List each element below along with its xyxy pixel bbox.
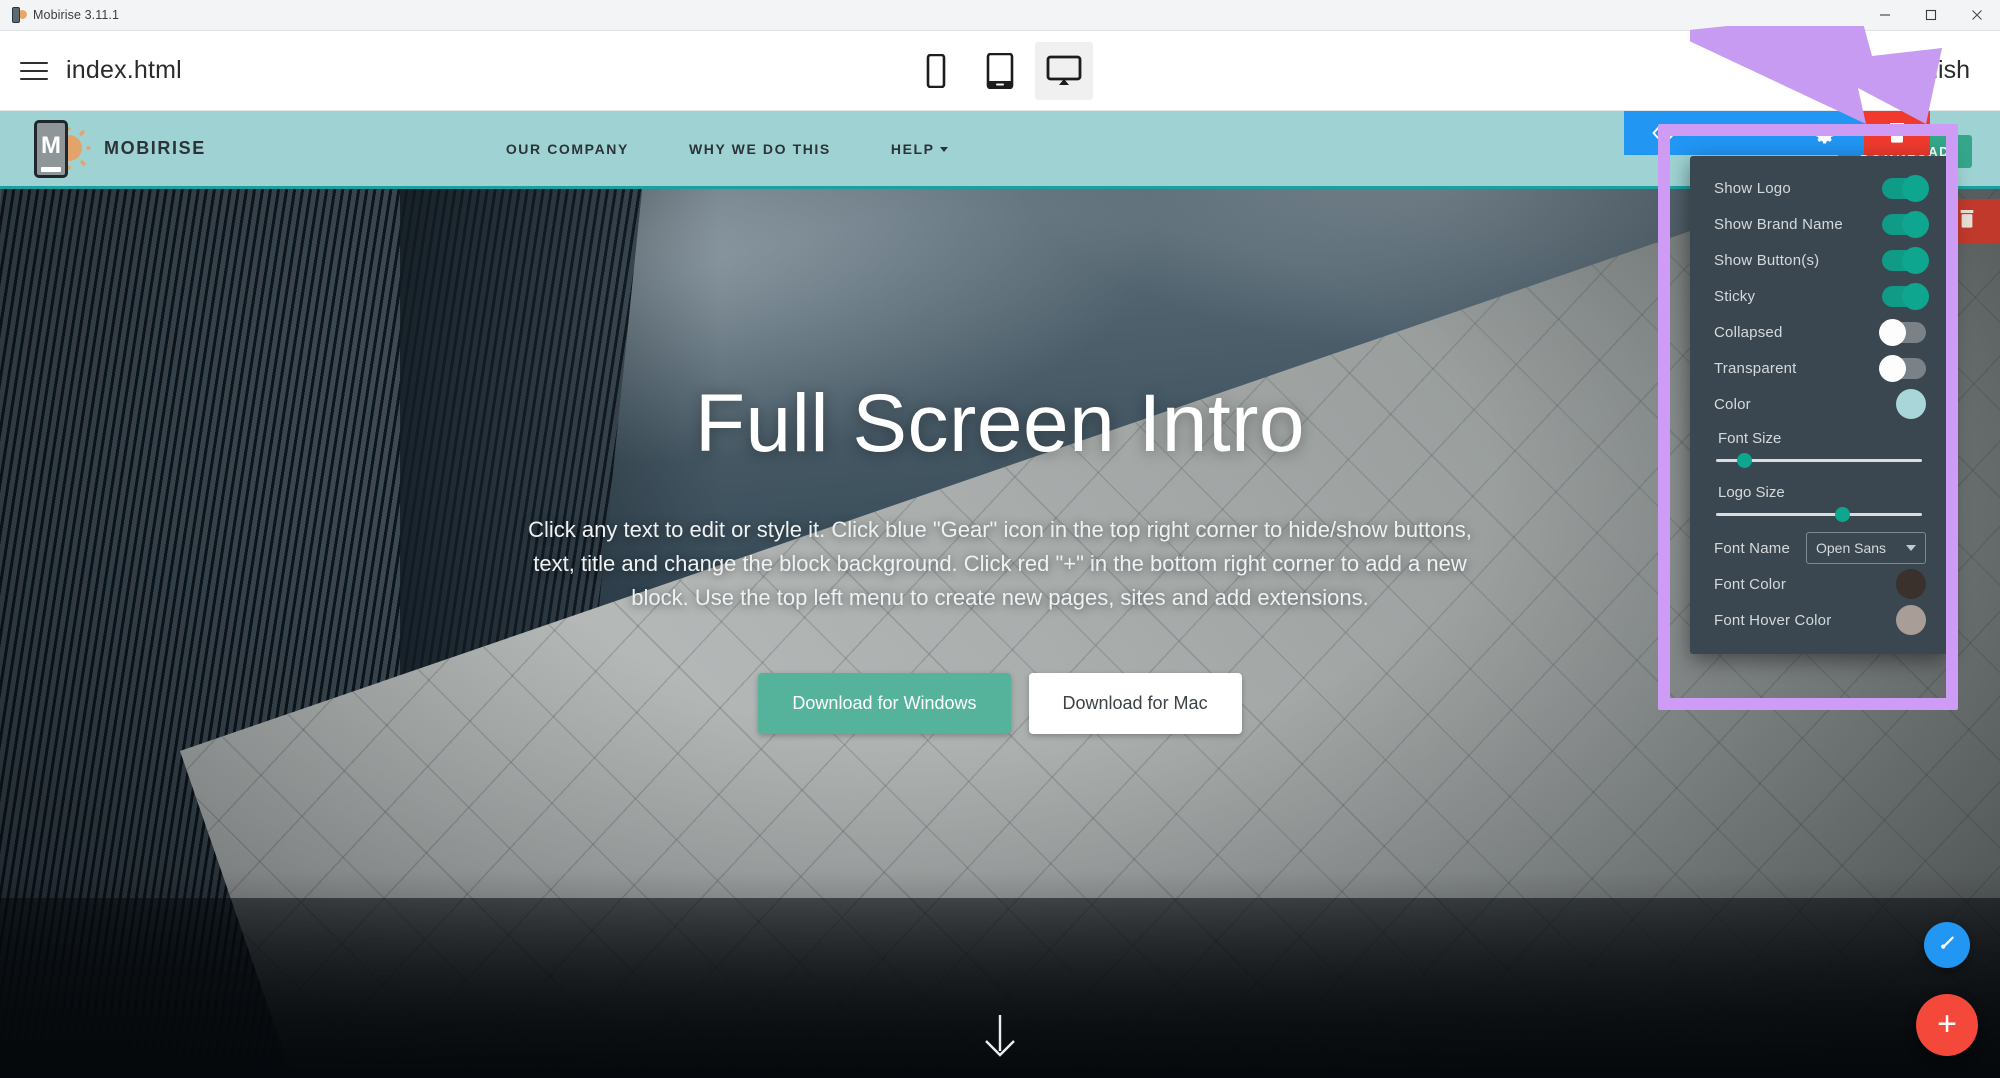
setting-label: Show Button(s) xyxy=(1714,251,1820,269)
setting-row-transparent: Transparent xyxy=(1690,350,1948,386)
site-brand-name: MOBIRISE xyxy=(104,138,206,158)
minimize-icon[interactable] xyxy=(1862,0,1908,31)
app-toolbar: index.html Publish xyxy=(0,31,2000,111)
mobile-icon[interactable] xyxy=(907,42,965,100)
plus-icon: + xyxy=(1937,1004,1957,1043)
setting-label: Transparent xyxy=(1714,359,1797,377)
setting-label: Font Color xyxy=(1714,575,1787,593)
slider-thumb[interactable] xyxy=(1736,453,1752,468)
paintbrush-icon xyxy=(1936,932,1958,959)
hero-buttons: Download for Windows Download for Mac xyxy=(0,673,2000,735)
nav-link-help[interactable]: HELP xyxy=(861,141,978,157)
close-icon[interactable] xyxy=(1954,0,2000,31)
maximize-icon[interactable] xyxy=(1908,0,1954,31)
gear-icon xyxy=(1812,121,1836,145)
setting-label: Collapsed xyxy=(1714,323,1783,341)
download-for-mac-button[interactable]: Download for Mac xyxy=(1028,673,1242,735)
toggle-transparent[interactable] xyxy=(1879,354,1926,382)
add-block-fab[interactable]: + xyxy=(1916,994,1978,1056)
setting-row-font-hover-color: Font Hover Color xyxy=(1690,602,1948,638)
code-editor-button[interactable] xyxy=(1624,111,1704,155)
font-name-select[interactable]: Open Sans xyxy=(1806,532,1926,564)
chevron-down-icon xyxy=(1906,545,1916,551)
font-size-slider[interactable] xyxy=(1716,453,1922,468)
setting-row-font-name: Font Name Open Sans xyxy=(1690,530,1948,566)
nav-link-our-company[interactable]: OUR COMPANY xyxy=(476,141,659,157)
setting-label: Show Brand Name xyxy=(1714,215,1843,233)
setting-row-sticky: Sticky xyxy=(1690,278,1948,314)
setting-row-font-size: Font Size xyxy=(1690,422,1948,476)
mobirise-logo-icon xyxy=(10,7,27,23)
setting-row-show-logo: Show Logo xyxy=(1690,170,1948,206)
desktop-icon[interactable] xyxy=(1035,41,1093,100)
trash-icon xyxy=(1958,208,1976,235)
toggle-sticky[interactable] xyxy=(1882,282,1929,310)
device-preview-toggle-group xyxy=(907,41,1093,100)
setting-label: Show Logo xyxy=(1714,179,1791,197)
setting-label: Logo Size xyxy=(1718,484,1785,501)
color-swatch-font-hover[interactable] xyxy=(1896,605,1926,635)
publish-label: Publish xyxy=(1888,56,1970,84)
setting-label: Color xyxy=(1714,395,1751,413)
mobirise-logo-icon: M xyxy=(28,118,91,180)
block-toolbar-spacer xyxy=(1704,111,1784,155)
publish-button[interactable]: Publish xyxy=(1843,56,1970,85)
page-canvas: M MOBIRISE OUR COMPANY WHY WE DO THIS HE… xyxy=(0,111,2000,1078)
nav-link-why-we-do-this[interactable]: WHY WE DO THIS xyxy=(659,141,861,157)
site-nav-menu: OUR COMPANY WHY WE DO THIS HELP xyxy=(476,141,978,157)
window-titlebar: Mobirise 3.11.1 xyxy=(0,0,2000,31)
cloud-upload-icon xyxy=(1843,59,1877,83)
setting-row-font-color: Font Color xyxy=(1690,566,1948,602)
color-swatch-font[interactable] xyxy=(1896,569,1926,599)
block-toolbar xyxy=(1624,111,1930,155)
toggle-show-buttons[interactable] xyxy=(1882,246,1929,274)
slider-thumb[interactable] xyxy=(1835,507,1851,522)
titlebar-left: Mobirise 3.11.1 xyxy=(0,7,119,23)
hamburger-menu-icon[interactable] xyxy=(16,53,52,89)
setting-row-show-brand-name: Show Brand Name xyxy=(1690,206,1948,242)
style-editor-fab[interactable] xyxy=(1924,922,1970,968)
logo-letter: M xyxy=(41,131,61,159)
download-for-windows-button[interactable]: Download for Windows xyxy=(758,673,1011,735)
delete-block-button[interactable] xyxy=(1864,111,1930,155)
nav-link-label: OUR COMPANY xyxy=(505,140,629,157)
logo-size-slider[interactable] xyxy=(1716,507,1922,522)
nav-link-label: HELP xyxy=(890,140,935,157)
color-swatch-background[interactable] xyxy=(1896,389,1926,419)
toggle-show-brand-name[interactable] xyxy=(1882,210,1929,238)
phone-shape: M xyxy=(34,119,68,178)
setting-label: Font Hover Color xyxy=(1714,611,1832,629)
page-filename[interactable]: index.html xyxy=(66,56,182,85)
window-title: Mobirise 3.11.1 xyxy=(33,8,120,22)
nav-link-label: WHY WE DO THIS xyxy=(688,140,831,157)
setting-row-collapsed: Collapsed xyxy=(1690,314,1948,350)
block-settings-gear-button[interactable] xyxy=(1784,111,1864,155)
trash-icon xyxy=(1887,121,1907,145)
chevron-down-icon xyxy=(939,147,948,153)
setting-row-show-buttons: Show Button(s) xyxy=(1690,242,1948,278)
toggle-show-logo[interactable] xyxy=(1882,174,1929,202)
code-brackets-icon xyxy=(1651,123,1677,143)
font-name-value: Open Sans xyxy=(1816,540,1887,556)
settings-panel: Show Logo Show Brand Name Show Button(s)… xyxy=(1690,156,1948,654)
setting-label: Sticky xyxy=(1714,287,1756,305)
setting-row-color: Color xyxy=(1690,386,1948,422)
window-controls xyxy=(1862,0,2000,31)
hero-subtitle[interactable]: Click any text to edit or style it. Clic… xyxy=(520,513,1480,615)
tablet-icon[interactable] xyxy=(971,42,1029,100)
site-brand[interactable]: M MOBIRISE xyxy=(28,118,206,180)
setting-row-logo-size: Logo Size xyxy=(1690,476,1948,530)
arrow-down-icon[interactable] xyxy=(978,1011,1022,1064)
mobirise-app-window: Mobirise 3.11.1 index.html Publish M MOB… xyxy=(0,0,2000,1078)
toggle-collapsed[interactable] xyxy=(1879,318,1926,346)
setting-label: Font Name xyxy=(1714,539,1790,557)
